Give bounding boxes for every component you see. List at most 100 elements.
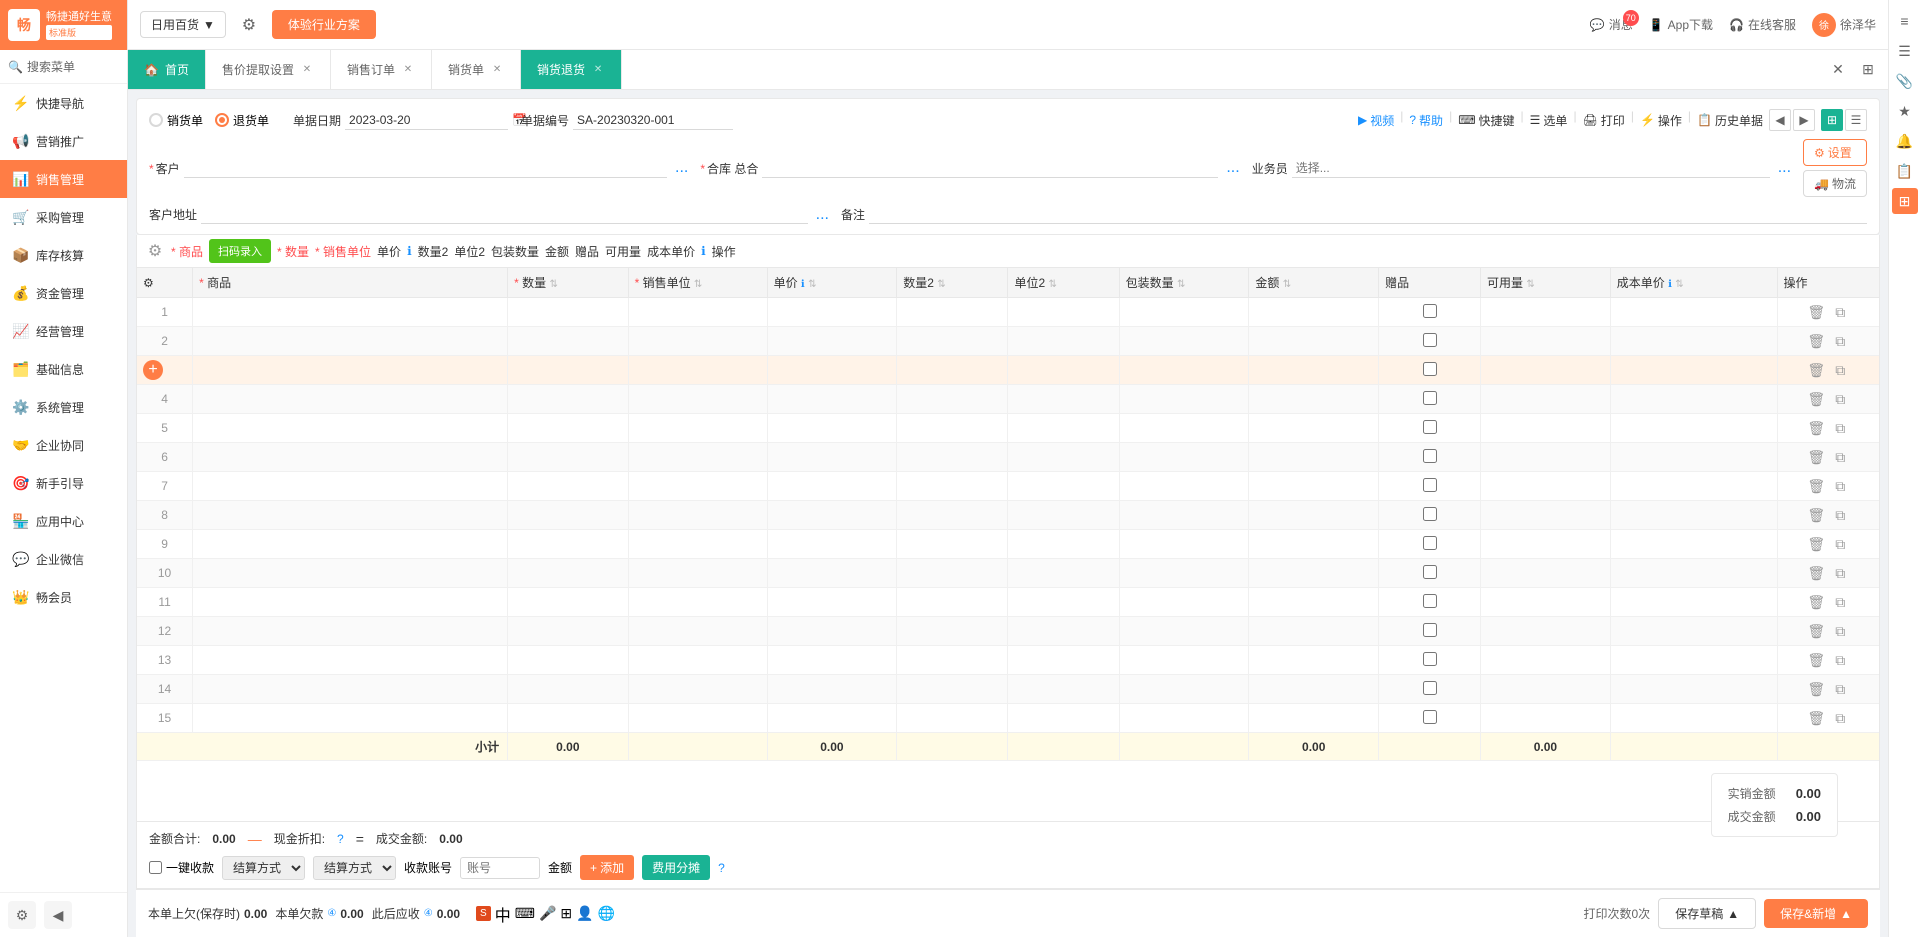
- delete-row-btn[interactable]: 🗑: [1806, 534, 1826, 554]
- sidebar-item-marketing[interactable]: 📢 营销推广: [0, 122, 127, 160]
- delete-row-btn[interactable]: 🗑: [1806, 447, 1826, 467]
- right-panel-btn-5[interactable]: 🔔: [1892, 128, 1918, 154]
- cta-button[interactable]: 体验行业方案: [272, 10, 376, 39]
- amount-cell-active[interactable]: [1249, 356, 1379, 385]
- account-input[interactable]: [460, 857, 540, 879]
- amount-cell[interactable]: [1249, 327, 1379, 356]
- sidebar-item-appstore[interactable]: 🏪 应用中心: [0, 502, 127, 540]
- th-settings[interactable]: ⚙: [137, 268, 193, 298]
- close-sales-delivery-btn[interactable]: ✕: [490, 63, 504, 77]
- right-panel-btn-6[interactable]: 📋: [1892, 158, 1918, 184]
- video-link[interactable]: ▶ 视频: [1358, 109, 1394, 131]
- address-picker-btn[interactable]: ...: [812, 206, 833, 224]
- tab-sales-delivery[interactable]: 销货单 ✕: [432, 50, 521, 89]
- logistics-btn[interactable]: 🚚 物流: [1803, 170, 1867, 197]
- fee-split-btn[interactable]: 费用分摊: [642, 855, 710, 880]
- ime-icon-5[interactable]: 👤: [576, 905, 593, 922]
- amount-cell[interactable]: [1249, 298, 1379, 327]
- sidebar-item-shortcut[interactable]: ⚡ 快捷导航: [0, 84, 127, 122]
- unit-price-cell[interactable]: [767, 298, 897, 327]
- one-click-payment-check[interactable]: 一键收款: [149, 859, 214, 876]
- ime-icon-4[interactable]: ⊞: [560, 905, 572, 922]
- scan-input-btn[interactable]: 扫码录入: [209, 239, 271, 263]
- sales-unit-cell[interactable]: [628, 298, 767, 327]
- right-panel-btn-7[interactable]: ⊞: [1892, 188, 1918, 214]
- company-dropdown[interactable]: 日用百货 ▼: [140, 11, 226, 38]
- copy-row-btn[interactable]: ⧉: [1830, 592, 1850, 612]
- copy-row-btn[interactable]: ⧉: [1830, 563, 1850, 583]
- save-new-btn[interactable]: 保存&新增 ▲: [1764, 899, 1868, 928]
- delete-row-btn[interactable]: 🗑: [1806, 505, 1826, 525]
- sales-unit-cell[interactable]: [628, 327, 767, 356]
- delete-row-btn[interactable]: 🗑: [1806, 563, 1826, 583]
- product-input-active[interactable]: [199, 363, 501, 377]
- copy-row-btn[interactable]: ⧉: [1830, 302, 1850, 322]
- close-price-settings-btn[interactable]: ✕: [300, 63, 314, 77]
- radio-sales-label[interactable]: 销货单: [149, 112, 203, 129]
- ime-btn-s[interactable]: S: [476, 906, 491, 921]
- add-row-btn[interactable]: +: [143, 360, 163, 380]
- delete-row-btn[interactable]: 🗑: [1806, 708, 1826, 728]
- tab-price-settings[interactable]: 售价提取设置 ✕: [206, 50, 331, 89]
- quantity-cell[interactable]: [508, 298, 628, 327]
- cost-price-cell[interactable]: [1610, 327, 1777, 356]
- cost-price-cell-active[interactable]: [1610, 356, 1777, 385]
- delete-row-btn[interactable]: 🗑: [1806, 302, 1826, 322]
- quantity2-cell-active[interactable]: [897, 356, 1008, 385]
- delete-row-btn[interactable]: 🗑: [1806, 650, 1826, 670]
- radio-return-label[interactable]: 退货单: [215, 112, 269, 129]
- history-btn[interactable]: 📋 历史单据: [1697, 109, 1763, 131]
- sidebar-item-finance[interactable]: 💰 资金管理: [0, 274, 127, 312]
- customer-service-btn[interactable]: 🎧 在线客服: [1729, 16, 1796, 33]
- cost-price-info-icon[interactable]: ℹ: [701, 244, 706, 258]
- warehouse-picker-btn[interactable]: ...: [1222, 159, 1243, 177]
- unit-price-info-icon[interactable]: ℹ: [407, 244, 412, 258]
- topbar-settings-btn[interactable]: ⚙: [234, 10, 264, 40]
- sidebar-item-inventory[interactable]: 📦 库存核算: [0, 236, 127, 274]
- user-profile-btn[interactable]: 徐 徐泽华: [1812, 13, 1876, 37]
- copy-row-btn[interactable]: ⧉: [1830, 389, 1850, 409]
- due-info-icon[interactable]: ④: [327, 908, 336, 919]
- unit-price-cell[interactable]: [767, 327, 897, 356]
- note-input[interactable]: [869, 205, 1867, 224]
- ime-icon-3[interactable]: 🎤: [539, 905, 556, 922]
- operate-btn[interactable]: ⚡ 操作: [1640, 109, 1682, 131]
- table-settings-btn[interactable]: ⚙: [145, 241, 165, 261]
- right-panel-btn-3[interactable]: 📎: [1892, 68, 1918, 94]
- delete-row-btn[interactable]: 🗑: [1806, 389, 1826, 409]
- copy-row-btn[interactable]: ⧉: [1830, 534, 1850, 554]
- unit2-cell-active[interactable]: [1008, 356, 1119, 385]
- sidebar-collapse-btn[interactable]: ◀: [44, 901, 72, 929]
- unit2-cell[interactable]: [1008, 298, 1119, 327]
- available-cell-active[interactable]: [1481, 356, 1611, 385]
- ime-icon-6[interactable]: 🌐: [598, 905, 615, 922]
- copy-row-btn[interactable]: ⧉: [1830, 650, 1850, 670]
- customer-input[interactable]: [184, 159, 667, 178]
- message-btn[interactable]: 💬 消息 70: [1590, 16, 1633, 33]
- grid-view-btn[interactable]: ⊞: [1821, 109, 1843, 131]
- sidebar-item-system[interactable]: ⚙️ 系统管理: [0, 388, 127, 426]
- calc-method-select[interactable]: 结算方式: [313, 856, 396, 880]
- salesperson-picker-btn[interactable]: ...: [1774, 159, 1795, 177]
- unit2-cell[interactable]: [1008, 327, 1119, 356]
- quantity2-cell[interactable]: [897, 327, 1008, 356]
- salesperson-input[interactable]: [1292, 159, 1770, 178]
- sidebar-item-operation[interactable]: 📈 经营管理: [0, 312, 127, 350]
- settings-btn[interactable]: ⚙ 设置: [1803, 139, 1867, 166]
- copy-row-btn[interactable]: ⧉: [1830, 360, 1850, 380]
- warehouse-input[interactable]: [762, 159, 1218, 178]
- available-cell[interactable]: [1481, 298, 1611, 327]
- pack-qty-cell[interactable]: [1119, 327, 1249, 356]
- sidebar-item-wechat[interactable]: 💬 企业微信: [0, 540, 127, 578]
- receivable-info-icon[interactable]: ④: [424, 908, 433, 919]
- sidebar-item-coop[interactable]: 🤝 企业协同: [0, 426, 127, 464]
- copy-row-btn[interactable]: ⧉: [1830, 331, 1850, 351]
- pack-qty-cell[interactable]: [1119, 298, 1249, 327]
- tab-home[interactable]: 🏠 首页: [128, 50, 206, 89]
- fee-split-info-btn[interactable]: ?: [718, 861, 725, 875]
- copy-row-btn[interactable]: ⧉: [1830, 447, 1850, 467]
- sidebar-settings-btn[interactable]: ⚙: [8, 901, 36, 929]
- save-draft-btn[interactable]: 保存草稿 ▲: [1658, 898, 1756, 929]
- sidebar-item-guide[interactable]: 🎯 新手引导: [0, 464, 127, 502]
- close-all-tabs-btn[interactable]: ✕: [1826, 58, 1850, 82]
